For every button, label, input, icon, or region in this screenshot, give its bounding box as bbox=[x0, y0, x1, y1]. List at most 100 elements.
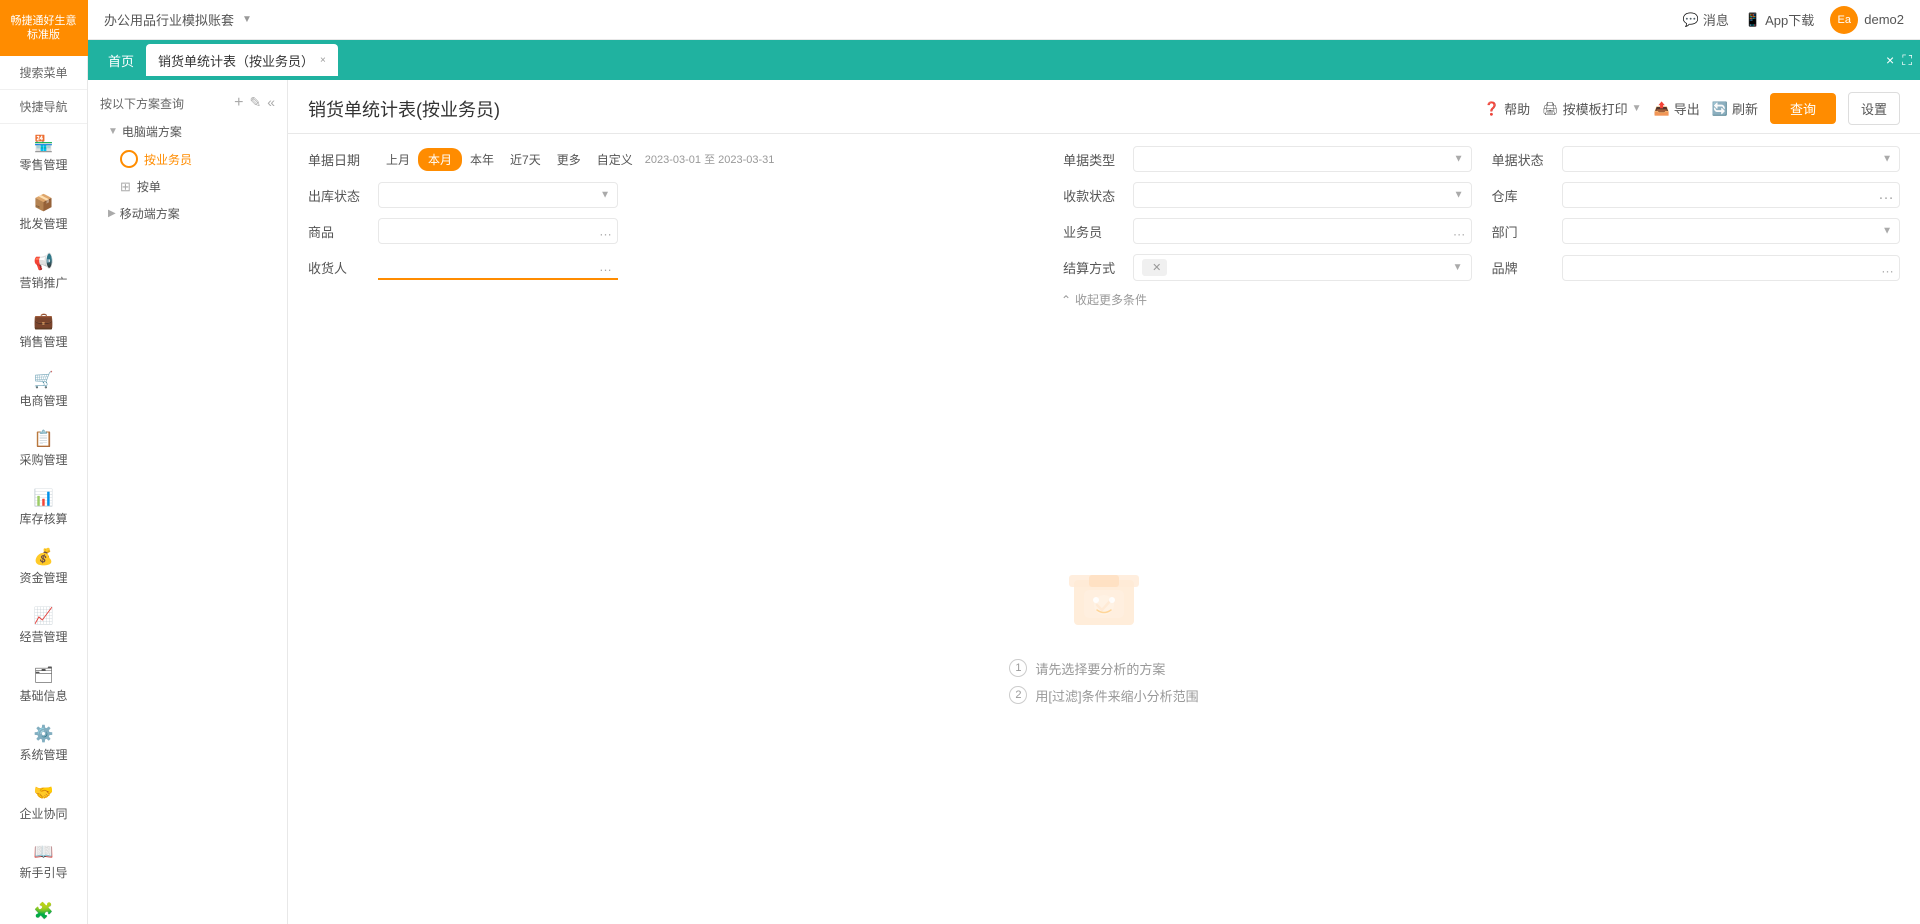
refresh-button[interactable]: 🔄 刷新 bbox=[1712, 99, 1758, 118]
sidebar-item-apps[interactable]: 🧩 应用中心 bbox=[0, 891, 87, 924]
recipient-dots[interactable]: … bbox=[599, 259, 612, 274]
sidebar-item-system[interactable]: ⚙️ 系统管理 bbox=[0, 714, 87, 773]
filter-row-1: 单据日期 上月 本月 本年 近7天 更多 自定义 2023-03-01 至 20… bbox=[308, 146, 1900, 172]
sidebar-item-finance[interactable]: 💰 资金管理 bbox=[0, 537, 87, 596]
tree-child-order-label: 按单 bbox=[137, 178, 161, 195]
filter-row-3: 商品 … 业务员 … 部门 bbox=[308, 218, 1900, 244]
department-select[interactable] bbox=[1562, 218, 1900, 244]
tree-child-salesperson[interactable]: 按业务员 bbox=[112, 145, 287, 173]
apps-icon: 🧩 bbox=[34, 901, 54, 921]
user-menu[interactable]: Ea demo2 bbox=[1830, 6, 1904, 34]
logo: 畅捷通好生意 标准版 bbox=[0, 0, 88, 56]
salesperson-control: … bbox=[1133, 218, 1471, 244]
export-button[interactable]: 📤 导出 bbox=[1654, 99, 1700, 118]
doc-status-label: 单据状态 bbox=[1492, 150, 1562, 169]
sidebar-item-finance-label: 资金管理 bbox=[19, 569, 67, 586]
sidebar-quick-nav[interactable]: 快捷导航 bbox=[0, 90, 87, 124]
add-scheme-button[interactable]: + bbox=[234, 94, 243, 112]
date-group: 上月 本月 本年 近7天 更多 自定义 2023-03-01 至 2023-03… bbox=[378, 148, 774, 171]
tab-bar: 首页 销货单统计表（按业务员） × × ⛶ bbox=[88, 40, 1920, 80]
user-name: demo2 bbox=[1864, 12, 1904, 27]
date-btn-7days[interactable]: 近7天 bbox=[502, 148, 549, 171]
brand-control: … bbox=[1562, 255, 1900, 281]
goods-dots[interactable]: … bbox=[599, 224, 612, 239]
sidebar-item-newbie[interactable]: 📖 新手引导 bbox=[0, 832, 87, 891]
tab-active[interactable]: 销货单统计表（按业务员） × bbox=[146, 44, 338, 76]
edit-scheme-button[interactable]: ✎ bbox=[249, 94, 261, 112]
collapse-button[interactable]: ⌃ 收起更多条件 bbox=[308, 291, 1900, 308]
tree-arrow-pc: ▼ bbox=[108, 126, 118, 137]
template-print-button[interactable]: 🖨 按模板打印 ▼ bbox=[1542, 99, 1641, 118]
tab-close-icon[interactable]: × bbox=[320, 55, 326, 66]
sidebar-item-newbie-label: 新手引导 bbox=[19, 864, 67, 881]
doc-type-label: 单据类型 bbox=[1063, 150, 1133, 169]
page-title: 销货单统计表(按业务员) bbox=[308, 96, 500, 122]
recipient-input[interactable] bbox=[378, 255, 618, 280]
sidebar-item-ecommerce[interactable]: 🛒 电商管理 bbox=[0, 360, 87, 419]
logo-subtext: 标准版 bbox=[27, 28, 60, 42]
tree-item-mobile[interactable]: ▶ 移动端方案 bbox=[88, 200, 287, 227]
sidebar-item-marketing[interactable]: 📢 营销推广 bbox=[0, 242, 87, 301]
filter-row-2: 出库状态 ▼ 收款状态 bbox=[308, 182, 1900, 208]
sidebar-item-wholesale[interactable]: 📦 批发管理 bbox=[0, 183, 87, 242]
sidebar-item-sales-label: 销售管理 bbox=[19, 333, 67, 350]
tree-item-pc[interactable]: ▼ 电脑端方案 bbox=[88, 118, 287, 145]
query-button[interactable]: 查询 bbox=[1770, 93, 1836, 124]
tab-expand-group: × ⛶ bbox=[1886, 52, 1912, 69]
doc-status-select[interactable] bbox=[1562, 146, 1900, 172]
expand-icon[interactable]: ⛶ bbox=[1902, 52, 1912, 69]
system-icon: ⚙️ bbox=[34, 724, 54, 744]
print-dropdown-icon[interactable]: ▼ bbox=[1632, 103, 1642, 114]
date-btn-more[interactable]: 更多 bbox=[549, 148, 589, 171]
doc-status-control: ▼ bbox=[1562, 146, 1900, 172]
marketing-icon: 📢 bbox=[34, 252, 54, 272]
help-button[interactable]: ❓ 帮助 bbox=[1484, 99, 1530, 118]
message-button[interactable]: 💬 消息 bbox=[1683, 10, 1729, 29]
warehouse-dots[interactable]: … bbox=[1878, 186, 1894, 204]
salesperson-label: 业务员 bbox=[1063, 222, 1133, 241]
date-btn-this-year[interactable]: 本年 bbox=[462, 148, 502, 171]
newbie-icon: 📖 bbox=[34, 842, 54, 862]
sidebar-item-enterprise[interactable]: 🤝 企业协同 bbox=[0, 773, 87, 832]
receive-status-select[interactable] bbox=[1133, 182, 1471, 208]
brand-label: 品牌 bbox=[1492, 258, 1562, 277]
tree-label-pc: 电脑端方案 bbox=[122, 123, 182, 140]
filter-receive-status: 收款状态 ▼ bbox=[1063, 182, 1471, 208]
recipient-control: … bbox=[378, 255, 618, 280]
sidebar-item-sales[interactable]: 💼 销售管理 bbox=[0, 301, 87, 360]
brand-dots[interactable]: … bbox=[1881, 260, 1894, 275]
tab-home[interactable]: 首页 bbox=[96, 44, 146, 76]
payment-tag-remove[interactable]: ✕ bbox=[1152, 261, 1161, 274]
doc-type-select[interactable] bbox=[1133, 146, 1471, 172]
date-btn-this-month[interactable]: 本月 bbox=[418, 148, 462, 171]
sidebar-item-basic[interactable]: 🗂 基础信息 bbox=[0, 655, 87, 714]
goods-input[interactable] bbox=[378, 218, 618, 244]
dropdown-icon[interactable]: ▼ bbox=[242, 14, 252, 25]
warehouse-input[interactable] bbox=[1562, 182, 1900, 208]
sidebar-item-operation[interactable]: 📈 经营管理 bbox=[0, 596, 87, 655]
salesperson-input[interactable] bbox=[1133, 218, 1471, 244]
sidebar-search[interactable]: 搜索菜单 bbox=[0, 56, 87, 90]
left-panel-title: 按以下方案查询 bbox=[100, 95, 184, 112]
tree-label-mobile: 移动端方案 bbox=[120, 205, 180, 222]
collapse-panel-button[interactable]: « bbox=[267, 94, 275, 112]
salesperson-dots[interactable]: … bbox=[1453, 224, 1466, 239]
sidebar-item-inventory[interactable]: 📊 库存核算 bbox=[0, 478, 87, 537]
settings-button[interactable]: 设置 bbox=[1848, 92, 1900, 125]
payment-arrow[interactable]: ▼ bbox=[1453, 262, 1463, 273]
collapse-chevron: ⌃ bbox=[1061, 293, 1071, 307]
account-name: 办公用品行业模拟账套 bbox=[104, 10, 234, 29]
right-content: 销货单统计表(按业务员) ❓ 帮助 🖨 按模板打印 ▼ 📤 导出 bbox=[288, 80, 1920, 924]
sidebar-item-purchase[interactable]: 📋 采购管理 bbox=[0, 419, 87, 478]
tree-child-order[interactable]: ⊞ 按单 bbox=[112, 173, 287, 200]
close-window-icon[interactable]: × bbox=[1886, 52, 1894, 69]
sidebar-item-operation-label: 经营管理 bbox=[19, 628, 67, 645]
out-status-select[interactable] bbox=[378, 182, 618, 208]
sidebar-item-retail[interactable]: 🏪 零售管理 bbox=[0, 124, 87, 183]
app-download-button[interactable]: 📱 App下载 bbox=[1745, 10, 1814, 29]
goods-control: … bbox=[378, 218, 618, 244]
date-btn-last-month[interactable]: 上月 bbox=[378, 148, 418, 171]
date-btn-custom[interactable]: 自定义 bbox=[589, 148, 641, 171]
top-header: 办公用品行业模拟账套 ▼ 💬 消息 📱 App下载 Ea demo2 bbox=[88, 0, 1920, 40]
brand-input[interactable] bbox=[1562, 255, 1900, 281]
